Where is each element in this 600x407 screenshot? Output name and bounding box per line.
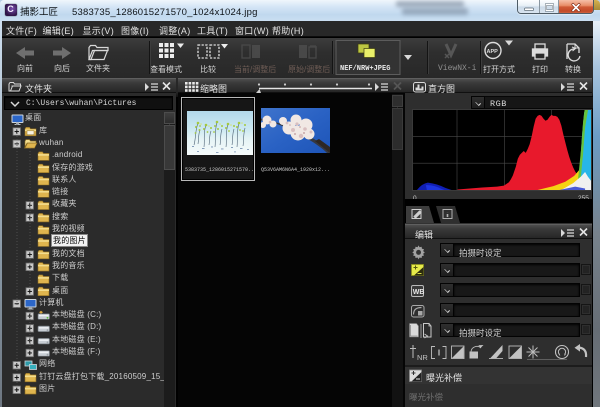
- svg-text:WB: WB: [413, 289, 425, 296]
- svg-text:APP: APP: [487, 49, 499, 55]
- svg-text:NR: NR: [417, 353, 428, 362]
